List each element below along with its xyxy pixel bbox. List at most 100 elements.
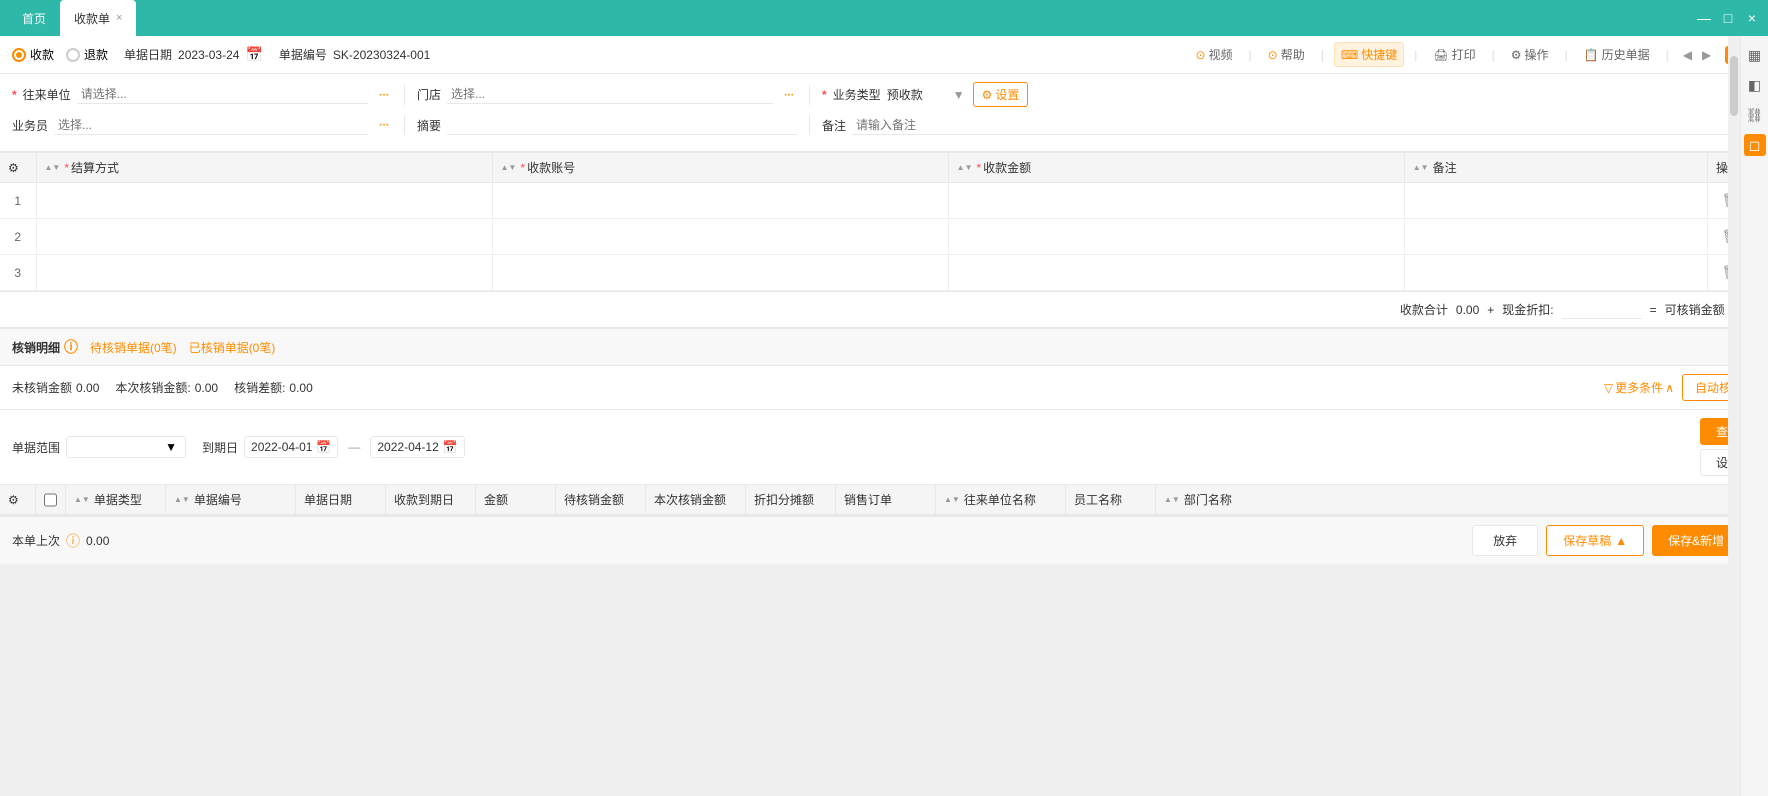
- current-writeoff-stat: 本次核销金额: 0.00: [115, 379, 218, 396]
- row1-account[interactable]: [492, 183, 948, 219]
- operate-button[interactable]: ⚙ 操作: [1505, 43, 1555, 66]
- shortcut-button[interactable]: ⌨ 快捷键: [1334, 42, 1404, 67]
- sort-company-icon[interactable]: ▲▼: [944, 495, 960, 504]
- maximize-button[interactable]: □: [1720, 10, 1736, 26]
- counterpart-more-icon[interactable]: ···: [374, 86, 392, 104]
- scrollbar-thumb[interactable]: [1730, 56, 1738, 116]
- settings-button[interactable]: ⚙ 设置: [973, 82, 1029, 107]
- select-all-checkbox[interactable]: [44, 493, 57, 507]
- range-select[interactable]: ▼: [66, 436, 186, 458]
- sort-type-icon[interactable]: ▲▼: [74, 495, 90, 504]
- diff-stat: 核销差额: 0.00: [234, 379, 313, 396]
- summary-label: 摘要: [417, 117, 441, 134]
- sort-dept-icon[interactable]: ▲▼: [1164, 495, 1180, 504]
- row2-remarks[interactable]: [1404, 219, 1707, 255]
- bt-col-dept: ▲▼ 部门名称: [1156, 485, 1768, 514]
- print-button[interactable]: 🖨 打印: [1427, 43, 1481, 66]
- row3-settlement[interactable]: [36, 255, 492, 291]
- date-from-input[interactable]: 2022-04-01 📅: [244, 436, 338, 458]
- tab-close-icon[interactable]: ×: [116, 12, 122, 24]
- save-draft-button[interactable]: 保存草稿 ▲: [1546, 525, 1644, 556]
- col-account-header: ▲▼ * 收款账号: [492, 153, 948, 183]
- row3-amount[interactable]: [948, 255, 1404, 291]
- col-amount-header: ▲▼ * 收款金额: [948, 153, 1404, 183]
- bt-col-checkbox[interactable]: [36, 485, 66, 514]
- uncancelled-stat: 未核销金额 0.00: [12, 379, 99, 396]
- row3-remarks[interactable]: [1404, 255, 1707, 291]
- sidebar-icon-table[interactable]: ▦: [1744, 44, 1766, 66]
- radio-refund[interactable]: 退款: [66, 46, 108, 63]
- row3-account[interactable]: [492, 255, 948, 291]
- row2-settlement[interactable]: [36, 219, 492, 255]
- radio-refund-label: 退款: [84, 46, 108, 63]
- tab-bar: 首页 收款单 × — □ ×: [0, 0, 1768, 36]
- sort-amount-icon[interactable]: ▲▼: [957, 163, 973, 172]
- done-writeoff-tab[interactable]: 已核销单据(0笔): [189, 339, 276, 356]
- row1-settlement[interactable]: [36, 183, 492, 219]
- radio-receipt[interactable]: 收款: [12, 46, 54, 63]
- receipt-type-radio-group: 收款 退款: [12, 46, 108, 63]
- bt-col-settings[interactable]: ⚙: [0, 485, 36, 514]
- calendar-icon[interactable]: 📅: [245, 46, 262, 63]
- sort-account-icon[interactable]: ▲▼: [501, 163, 517, 172]
- footer-buttons: 放弃 保存草稿 ▲ 保存&新增 ▲: [1472, 525, 1756, 556]
- store-more-icon[interactable]: ···: [779, 86, 797, 104]
- calendar-to-icon[interactable]: 📅: [443, 440, 458, 454]
- summary-input[interactable]: [447, 116, 797, 135]
- prev-arrow[interactable]: ◀: [1679, 46, 1696, 64]
- footer-info-icon[interactable]: ⓘ: [66, 531, 80, 551]
- sidebar-icon-link[interactable]: ⛓: [1744, 104, 1766, 126]
- sidebar-icon-panel[interactable]: ◧: [1744, 74, 1766, 96]
- bt-col-staff: 员工名称: [1066, 485, 1156, 514]
- sort-bill-no-icon[interactable]: ▲▼: [174, 495, 190, 504]
- store-input[interactable]: [447, 85, 773, 104]
- table-row: 1 🗑 ⧉: [0, 183, 1768, 219]
- discount-input[interactable]: [1562, 300, 1642, 319]
- staff-more-icon[interactable]: ···: [374, 116, 392, 134]
- nav-arrows: ◀ ▶: [1679, 46, 1715, 64]
- minimize-button[interactable]: —: [1696, 10, 1712, 26]
- draft-dropdown-icon[interactable]: ▲: [1615, 534, 1627, 548]
- sort-remarks-icon[interactable]: ▲▼: [1413, 163, 1429, 172]
- biz-type-label: 业务类型: [833, 86, 881, 103]
- row-num-1: 1: [0, 183, 36, 219]
- history-button[interactable]: 📋 历史单据: [1578, 43, 1656, 66]
- store-label: 门店: [417, 86, 441, 103]
- tab-active[interactable]: 收款单 ×: [60, 0, 136, 36]
- next-arrow[interactable]: ▶: [1698, 46, 1715, 64]
- footer-info-value: 0.00: [86, 534, 109, 548]
- staff-input[interactable]: [54, 116, 368, 135]
- writeoff-info-icon[interactable]: ⓘ: [64, 337, 78, 357]
- tab-home[interactable]: 首页: [8, 0, 60, 36]
- row2-amount[interactable]: [948, 219, 1404, 255]
- more-conditions-button[interactable]: ▽ 更多条件 ∧: [1604, 379, 1674, 396]
- staff-label: 业务员: [12, 117, 48, 134]
- table-row: 2 🗑 ⧉: [0, 219, 1768, 255]
- row1-remarks[interactable]: [1404, 183, 1707, 219]
- bill-no-label: 单据编号: [279, 46, 327, 63]
- help-button[interactable]: ⊙ 帮助: [1262, 43, 1311, 66]
- row1-amount[interactable]: [948, 183, 1404, 219]
- row2-account[interactable]: [492, 219, 948, 255]
- scrollbar[interactable]: [1728, 36, 1740, 796]
- save-draft-label: 保存草稿: [1563, 532, 1611, 549]
- counterpart-input[interactable]: [77, 85, 368, 104]
- content-area: 收款 退款 单据日期 2023-03-24 📅 单据编号 SK-20230324…: [0, 36, 1768, 796]
- calendar-from-icon[interactable]: 📅: [316, 440, 331, 454]
- sort-settlement-icon[interactable]: ▲▼: [45, 163, 61, 172]
- discard-button[interactable]: 放弃: [1472, 525, 1538, 556]
- biz-type-dropdown-icon[interactable]: ▼: [953, 88, 965, 102]
- close-button[interactable]: ×: [1744, 10, 1760, 26]
- save-new-label: 保存&新增: [1668, 532, 1724, 549]
- total-label: 收款合计: [1400, 301, 1448, 318]
- form-row-2: 业务员 ··· 摘要 备注: [12, 115, 1756, 135]
- sidebar-icon-form[interactable]: ◻: [1744, 134, 1766, 156]
- date-to-input[interactable]: 2022-04-12 📅: [370, 436, 464, 458]
- remarks-input[interactable]: [852, 116, 1756, 135]
- col-settings-header[interactable]: ⚙: [0, 153, 36, 183]
- row-num-2: 2: [0, 219, 36, 255]
- store-field: 门店 ···: [417, 85, 797, 104]
- video-button[interactable]: ⊙ 视频: [1189, 43, 1238, 66]
- pending-writeoff-tab[interactable]: 待核销单据(0笔): [90, 339, 177, 356]
- sep4: [809, 115, 810, 135]
